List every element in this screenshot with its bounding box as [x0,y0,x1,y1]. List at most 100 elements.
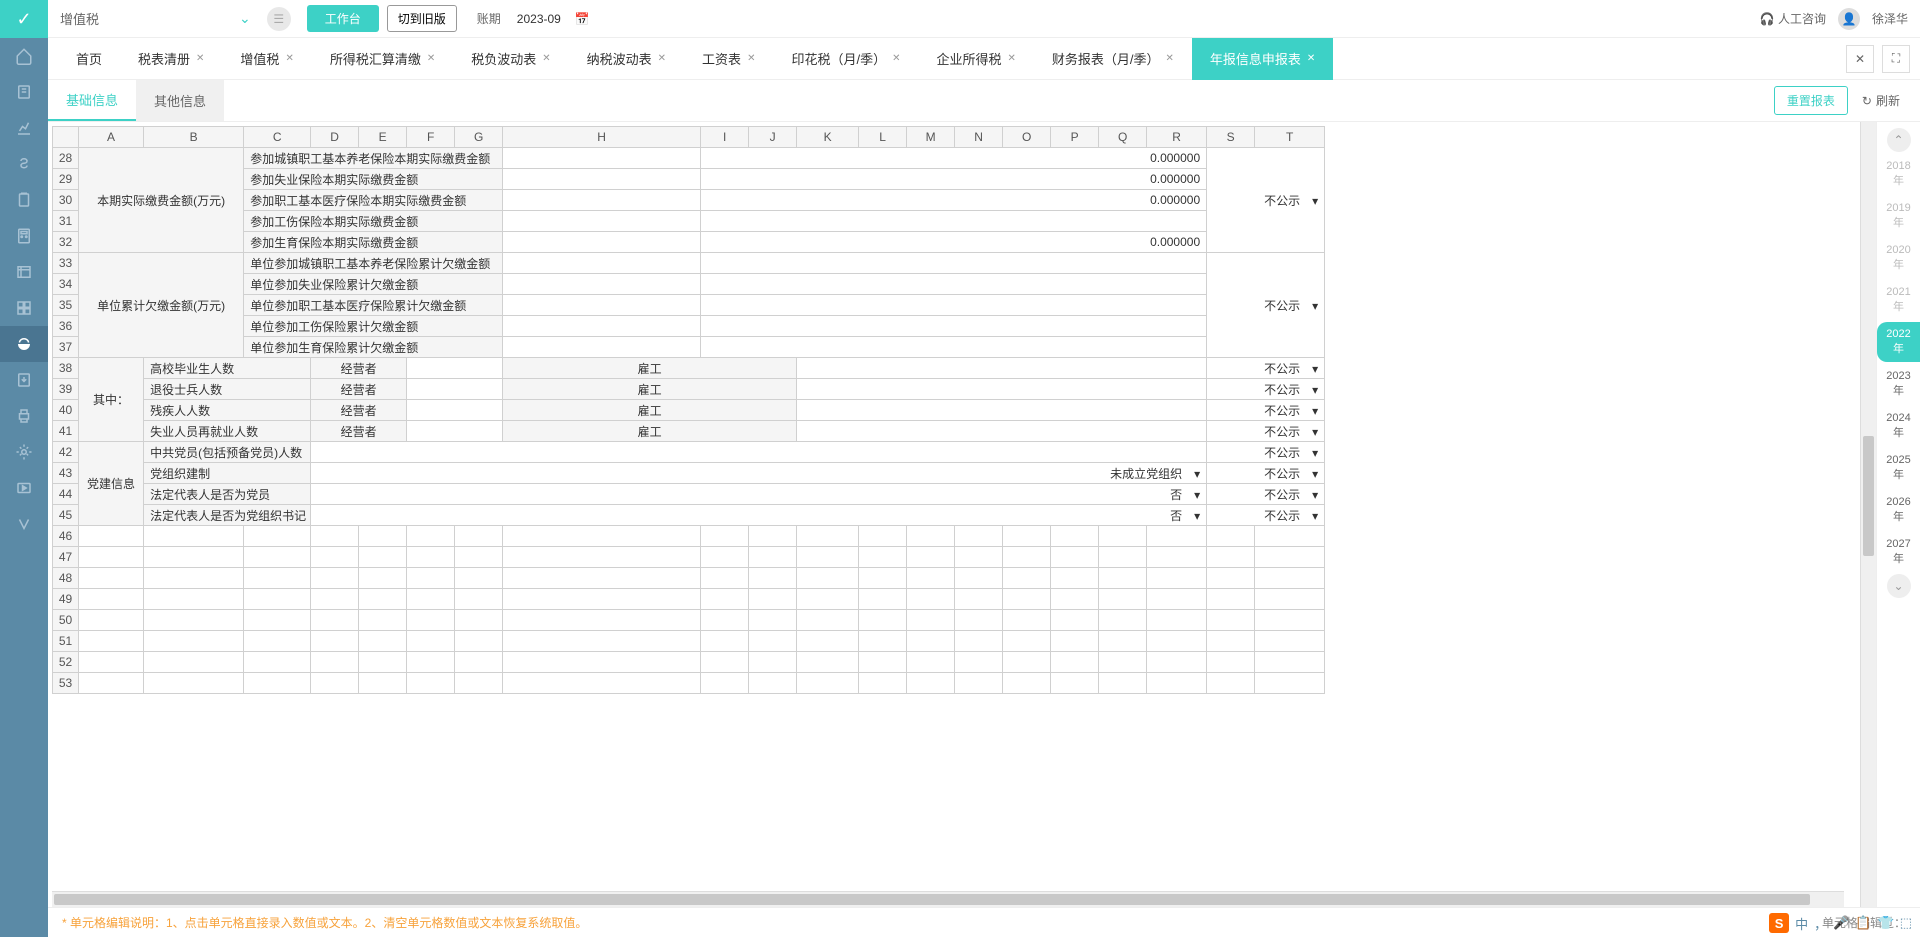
cell[interactable] [797,358,1207,379]
row-header[interactable]: 37 [53,337,79,358]
cell[interactable] [359,547,407,568]
cell[interactable] [955,589,1003,610]
cell[interactable] [1099,547,1147,568]
cell[interactable] [503,589,701,610]
cell[interactable] [311,652,359,673]
cell[interactable]: 单位参加职工基本医疗保险累计欠缴金额 [244,295,503,316]
cell[interactable]: 经营者 [311,421,407,442]
cell[interactable] [701,547,749,568]
cell[interactable] [907,652,955,673]
cell[interactable] [749,568,797,589]
cell[interactable] [503,337,701,358]
cell[interactable] [311,610,359,631]
cell[interactable] [503,652,701,673]
cell[interactable] [503,610,701,631]
cell[interactable]: 单位参加城镇职工基本养老保险累计欠缴金额 [244,253,503,274]
col-header[interactable]: F [407,127,455,148]
corner-cell[interactable] [53,127,79,148]
row-header[interactable]: 34 [53,274,79,295]
cell[interactable] [797,379,1207,400]
close-all-tabs-button[interactable]: ✕ [1846,45,1874,73]
cell[interactable] [311,547,359,568]
row-header[interactable]: 47 [53,547,79,568]
cell[interactable]: 0.000000 [701,190,1207,211]
cell[interactable] [1099,568,1147,589]
row-header[interactable]: 43 [53,463,79,484]
close-icon[interactable]: ✕ [196,53,204,64]
cell[interactable] [407,568,455,589]
cell[interactable] [407,526,455,547]
cell[interactable] [79,589,144,610]
cell[interactable] [1051,610,1099,631]
cell[interactable] [407,547,455,568]
tab-3[interactable]: 所得税汇算清缴✕ [312,38,453,80]
cell[interactable] [407,421,503,442]
cell[interactable] [79,568,144,589]
cell[interactable] [503,148,701,169]
cell[interactable] [503,316,701,337]
cell[interactable] [1147,547,1207,568]
year-item[interactable]: 2024年 [1877,406,1920,446]
cell[interactable] [749,526,797,547]
cell[interactable] [1051,652,1099,673]
row-header[interactable]: 31 [53,211,79,232]
row-header[interactable]: 51 [53,631,79,652]
nav-settings[interactable] [0,434,48,470]
nav-money[interactable] [0,146,48,182]
year-item[interactable]: 2027年 [1877,532,1920,572]
cell[interactable] [407,400,503,421]
close-icon[interactable]: ✕ [427,53,435,64]
reset-report-button[interactable]: 重置报表 [1774,86,1848,115]
cell[interactable] [359,631,407,652]
cell[interactable] [797,421,1207,442]
cell[interactable] [503,295,701,316]
cell[interactable] [1147,631,1207,652]
cell[interactable] [701,253,1207,274]
cell[interactable] [1255,631,1325,652]
tab-0[interactable]: 首页 [58,38,120,80]
cell[interactable] [701,568,749,589]
cell[interactable] [503,211,701,232]
tab-1[interactable]: 税表清册✕ [120,38,222,80]
ime-logo-icon[interactable]: S [1769,913,1789,933]
cell[interactable] [859,610,907,631]
cell[interactable] [359,652,407,673]
row-header[interactable]: 41 [53,421,79,442]
cell[interactable] [407,673,455,694]
cell[interactable] [797,631,859,652]
cell[interactable] [407,358,503,379]
row-header[interactable]: 28 [53,148,79,169]
cell[interactable] [797,673,859,694]
cell[interactable] [503,673,701,694]
close-icon[interactable]: ✕ [892,53,900,64]
cell[interactable] [859,631,907,652]
cell[interactable] [701,610,749,631]
horizontal-scrollbar[interactable] [52,891,1844,907]
nav-grid[interactable] [0,290,48,326]
cell[interactable] [1255,610,1325,631]
row-header[interactable]: 42 [53,442,79,463]
cell[interactable]: 经营者 [311,400,407,421]
year-item[interactable]: 2018年 [1877,154,1920,194]
cell[interactable] [797,652,859,673]
ime-item[interactable]: ⬚ [1900,915,1912,931]
cell[interactable] [859,526,907,547]
cell[interactable] [955,568,1003,589]
cell[interactable] [907,547,955,568]
col-header[interactable]: B [144,127,244,148]
close-icon[interactable]: ✕ [1007,53,1015,64]
cell[interactable] [1051,526,1099,547]
cell[interactable] [79,631,144,652]
col-header[interactable]: G [455,127,503,148]
subtab-basic[interactable]: 基础信息 [48,80,136,121]
calendar-icon[interactable]: 📅 [575,12,590,26]
col-header[interactable]: M [907,127,955,148]
cell[interactable]: 未成立党组织 ▾ [311,463,1207,484]
cell[interactable] [455,610,503,631]
ime-item[interactable]: 👕 [1878,915,1894,931]
cell[interactable]: 其中： [79,358,144,442]
cell[interactable]: 法定代表人是否为党员 [144,484,311,505]
col-header[interactable]: P [1051,127,1099,148]
nav-template[interactable] [0,254,48,290]
cell[interactable] [1051,589,1099,610]
